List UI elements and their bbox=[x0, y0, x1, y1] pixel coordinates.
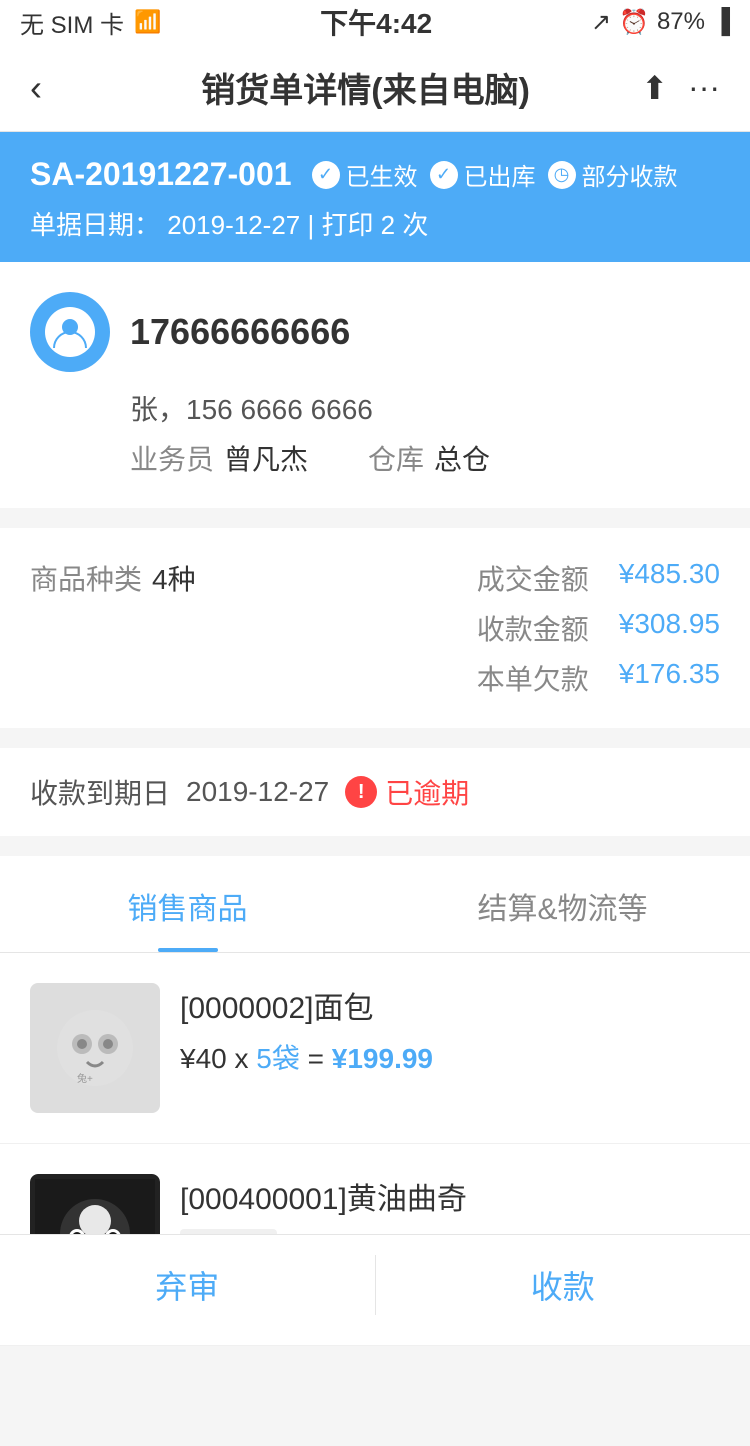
owed-amount-value: ¥176.35 bbox=[619, 658, 720, 698]
print-info: | 打印 2 次 bbox=[307, 210, 428, 240]
customer-phone: 张，156 6666 6666 bbox=[130, 388, 720, 428]
due-date-label: 收款到期日 bbox=[30, 772, 170, 812]
summary-right: 成交金额 ¥485.30 收款金额 ¥308.95 本单欠款 ¥176.35 bbox=[477, 558, 720, 698]
product-image-1: 兔+ bbox=[30, 983, 160, 1113]
badge-partial-label: 部分收款 bbox=[582, 157, 678, 192]
received-amount-row: 收款金额 ¥308.95 bbox=[477, 608, 720, 648]
back-button[interactable]: ‹ bbox=[30, 67, 90, 109]
summary-section: 商品种类 4种 成交金额 ¥485.30 收款金额 ¥308.95 本单欠款 ¥… bbox=[0, 528, 750, 728]
tab-settlement[interactable]: 结算&物流等 bbox=[375, 856, 750, 952]
check-icon-shipped: ✓ bbox=[430, 161, 458, 189]
product-placeholder-1: 兔+ bbox=[30, 983, 160, 1113]
bottom-bar: 弃审 收款 bbox=[0, 1234, 750, 1334]
customer-details: 张，156 6666 6666 业务员 曾凡杰 仓库 总仓 bbox=[30, 388, 720, 478]
badge-active-label: 已生效 bbox=[346, 157, 418, 192]
transaction-amount-row: 成交金额 ¥485.30 bbox=[477, 558, 720, 598]
customer-section: 17666666666 张，156 6666 6666 业务员 曾凡杰 仓库 总… bbox=[0, 262, 750, 508]
location-icon: ↗ bbox=[591, 8, 611, 37]
product-price-1: ¥40 x 5袋 = ¥199.99 bbox=[180, 1037, 720, 1077]
product-types: 商品种类 4种 bbox=[30, 558, 196, 598]
battery-level: 87% bbox=[657, 8, 705, 36]
overdue-label: 已逾期 bbox=[385, 772, 469, 812]
status-badges: ✓ 已生效 ✓ 已出库 ◷ 部分收款 bbox=[312, 157, 678, 192]
transaction-amount-label: 成交金额 bbox=[477, 558, 589, 598]
due-date-section: 收款到期日 2019-12-27 ! 已逾期 bbox=[0, 748, 750, 836]
status-time: 下午4:42 bbox=[320, 2, 432, 42]
svg-text:兔+: 兔+ bbox=[77, 1072, 93, 1085]
price-qty-1: 5袋 bbox=[256, 1043, 300, 1074]
product-types-value: 4种 bbox=[152, 558, 196, 598]
sales-rep-label: 业务员 bbox=[130, 438, 214, 478]
tab-products[interactable]: 销售商品 bbox=[0, 856, 375, 952]
due-date-value: 2019-12-27 bbox=[186, 776, 329, 808]
product-types-label: 商品种类 bbox=[30, 558, 142, 598]
status-bar: 无 SIM 卡 📶 下午4:42 ↗ ⏰ 87% ▐ bbox=[0, 0, 750, 44]
price-base-1: ¥40 bbox=[180, 1043, 227, 1074]
product-item: 兔+ [0000002]面包 ¥40 x 5袋 = ¥199.99 bbox=[0, 953, 750, 1144]
warehouse-label: 仓库 bbox=[368, 438, 424, 478]
warehouse: 仓库 总仓 bbox=[368, 438, 490, 478]
product-name-1: [0000002]面包 bbox=[180, 983, 720, 1027]
avatar-icon bbox=[45, 307, 95, 357]
product-name-2: [000400001]黄油曲奇 bbox=[180, 1174, 720, 1218]
owed-amount-row: 本单欠款 ¥176.35 bbox=[477, 658, 720, 698]
share-button[interactable]: ⬆ bbox=[641, 69, 668, 107]
status-left: 无 SIM 卡 📶 bbox=[20, 5, 161, 40]
date-label: 单据日期： bbox=[30, 210, 160, 240]
overdue-icon: ! bbox=[345, 776, 377, 808]
cancel-button[interactable]: 弃审 bbox=[0, 1235, 375, 1334]
alarm-icon: ⏰ bbox=[619, 8, 649, 37]
order-date: 单据日期： 2019-12-27 | 打印 2 次 bbox=[30, 205, 720, 242]
avatar bbox=[30, 292, 110, 372]
received-amount-label: 收款金额 bbox=[477, 608, 589, 648]
received-amount-value: ¥308.95 bbox=[619, 608, 720, 648]
wifi-icon: 📶 bbox=[134, 9, 161, 35]
clock-icon: ◷ bbox=[548, 161, 576, 189]
battery-icon: ▐ bbox=[713, 8, 730, 36]
price-sep-1: x bbox=[235, 1043, 257, 1074]
sim-status: 无 SIM 卡 bbox=[20, 5, 124, 40]
summary-left: 商品种类 4种 bbox=[30, 558, 196, 602]
page-title: 销货单详情(来自电脑) bbox=[201, 63, 530, 112]
customer-info: 17666666666 bbox=[30, 292, 720, 372]
nav-actions: ⬆ ··· bbox=[641, 69, 720, 107]
customer-meta: 业务员 曾凡杰 仓库 总仓 bbox=[130, 438, 720, 478]
check-icon-active: ✓ bbox=[312, 161, 340, 189]
sales-rep-value: 曾凡杰 bbox=[224, 438, 308, 478]
nav-bar: ‹ 销货单详情(来自电脑) ⬆ ··· bbox=[0, 44, 750, 132]
overdue-badge: ! 已逾期 bbox=[345, 772, 469, 812]
owed-amount-label: 本单欠款 bbox=[477, 658, 589, 698]
badge-shipped-label: 已出库 bbox=[464, 157, 536, 192]
tabs-header: 销售商品 结算&物流等 bbox=[0, 856, 750, 953]
confirm-button[interactable]: 收款 bbox=[376, 1235, 750, 1334]
price-total-1: ¥199.99 bbox=[332, 1043, 433, 1074]
date-value: 2019-12-27 bbox=[167, 210, 300, 240]
badge-partial: ◷ 部分收款 bbox=[548, 157, 678, 192]
warehouse-value: 总仓 bbox=[434, 438, 490, 478]
order-id: SA-20191227-001 bbox=[30, 156, 292, 193]
transaction-amount-value: ¥485.30 bbox=[619, 558, 720, 598]
order-header: SA-20191227-001 ✓ 已生效 ✓ 已出库 ◷ 部分收款 单据日期：… bbox=[0, 132, 750, 262]
product-info-1: [0000002]面包 ¥40 x 5袋 = ¥199.99 bbox=[180, 983, 720, 1113]
badge-shipped: ✓ 已出库 bbox=[430, 157, 536, 192]
price-eq-1: = bbox=[308, 1043, 332, 1074]
status-right: ↗ ⏰ 87% ▐ bbox=[591, 8, 730, 37]
sales-rep: 业务员 曾凡杰 bbox=[130, 438, 308, 478]
order-header-top: SA-20191227-001 ✓ 已生效 ✓ 已出库 ◷ 部分收款 bbox=[30, 156, 720, 193]
badge-active: ✓ 已生效 bbox=[312, 157, 418, 192]
more-button[interactable]: ··· bbox=[688, 69, 720, 106]
customer-name: 17666666666 bbox=[130, 311, 350, 353]
